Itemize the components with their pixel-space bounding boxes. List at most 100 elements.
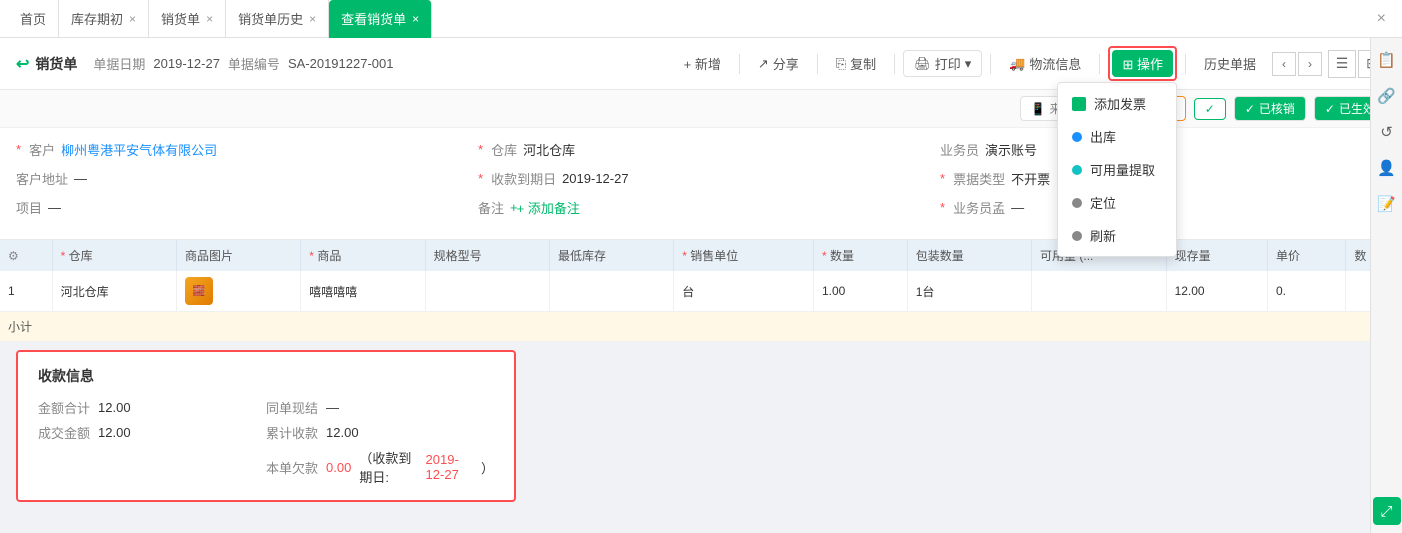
doc-title: ↩ 销货单 (16, 54, 77, 74)
prev-button[interactable]: ‹ (1272, 52, 1296, 76)
due-date-value: 2019-12-27 (562, 171, 629, 186)
menu-locate[interactable]: 定位 (1058, 186, 1176, 219)
logistics-button[interactable]: 🚚 物流信息 (999, 50, 1091, 77)
operation-button[interactable]: ⊞ 操作 (1112, 50, 1173, 77)
copy-icon: ⎘ (836, 56, 846, 72)
nav-arrows: ‹ › (1272, 52, 1322, 76)
cumulative-value: 12.00 (326, 425, 359, 440)
customer-value[interactable]: 柳州粤港平安气体有限公司 (61, 140, 217, 159)
right-panel-expand[interactable]: ⤢ (1373, 497, 1401, 525)
menu-add-invoice[interactable]: 添加发票 (1058, 87, 1176, 120)
tab-home[interactable]: 首页 (8, 0, 59, 38)
employee-label: 业务员 (940, 140, 979, 159)
customer-label: 客户 (29, 140, 55, 159)
deal-amount-label: 成交金额 (38, 423, 90, 442)
print-icon: 🖨 (914, 56, 931, 72)
right-panel-icon-2[interactable]: 🔗 (1373, 82, 1401, 110)
locate-icon (1072, 198, 1082, 208)
tab-view-sales[interactable]: 查看销货单 × (329, 0, 432, 38)
ticket-type-value: 不开票 (1011, 169, 1050, 188)
product-image: 🧱 (185, 277, 213, 305)
check-chip[interactable]: ✓ (1194, 98, 1226, 120)
new-label: + 新增 (684, 54, 721, 73)
form-row-1: * 客户 柳州粤港平安气体有限公司 * 仓库 河北仓库 业务员 演示账号 (16, 140, 1386, 159)
note-field: 备注 + + 添加备注 (478, 198, 924, 217)
col-unit: 销售单位 (674, 240, 814, 271)
close-view-sales[interactable]: × (412, 12, 419, 26)
warehouse-field: * 仓库 河北仓库 (478, 140, 924, 159)
close-sales-history[interactable]: × (309, 12, 316, 26)
tab-inventory-init[interactable]: 库存期初 × (59, 0, 149, 38)
right-panel-icon-4[interactable]: 👤 (1373, 154, 1401, 182)
balance-close: ） (481, 458, 494, 477)
right-panel-icon-1[interactable]: 📋 (1373, 46, 1401, 74)
deal-amount-item: 成交金额 12.00 (38, 423, 266, 442)
close-inventory-init[interactable]: × (129, 12, 136, 26)
settings-icon[interactable]: ⚙ (8, 249, 19, 263)
cell-spec (425, 271, 549, 312)
col-stock: 现存量 (1166, 240, 1267, 271)
operation-dropdown: 添加发票 出库 可用量提取 定位 刷新 (1057, 82, 1177, 257)
sold-chip[interactable]: ✓ 已核销 (1234, 96, 1306, 121)
transaction-label: 同单现结 (266, 398, 318, 417)
close-all-button[interactable]: × (1369, 10, 1394, 28)
tab-sales-order[interactable]: 销货单 × (149, 0, 226, 38)
operation-label: 操作 (1137, 57, 1163, 72)
doc-date-value: 2019-12-27 (153, 56, 220, 71)
cell-available (1032, 271, 1167, 312)
table-header-row: ⚙ 仓库 商品图片 商品 规格型号 最低库存 销售单位 数量 包装数量 可用量 … (0, 240, 1402, 271)
locate-label: 定位 (1090, 193, 1116, 212)
payment-box: 收款信息 金额合计 12.00 同单现结 — 成交金额 12.00 累计收款 1… (16, 350, 516, 502)
view-list-button[interactable]: ☰ (1328, 50, 1356, 78)
next-button[interactable]: › (1298, 52, 1322, 76)
balance-date: 2019-12-27 (426, 452, 473, 482)
history-button[interactable]: 历史单据 (1194, 50, 1266, 77)
sold-label: 已核销 (1259, 100, 1295, 117)
outbound-icon (1072, 132, 1082, 142)
check-icon: ✓ (1205, 102, 1215, 116)
balance-item: 本单欠款 0.00 （收款到期日: 2019-12-27 ） (266, 448, 494, 486)
right-panel-icon-3[interactable]: ↺ (1373, 118, 1401, 146)
cell-product-img: 🧱 (176, 271, 300, 312)
cell-qty: 1.00 (813, 271, 907, 312)
close-sales-order[interactable]: × (206, 12, 213, 26)
tab-sales-history[interactable]: 销货单历史 × (226, 0, 329, 38)
new-button[interactable]: + 新增 (674, 50, 731, 77)
menu-refresh[interactable]: 刷新 (1058, 219, 1176, 252)
customer-field: * 客户 柳州粤港平安气体有限公司 (16, 140, 462, 159)
cell-warehouse: 河北仓库 (52, 271, 176, 312)
data-table-wrap: ⚙ 仓库 商品图片 商品 规格型号 最低库存 销售单位 数量 包装数量 可用量 … (0, 239, 1402, 342)
transaction-value: — (326, 400, 339, 415)
col-price: 单价 (1267, 240, 1345, 271)
due-date-label: 收款到期日 (491, 169, 556, 188)
ticket-type-label: 票据类型 (953, 169, 1005, 188)
share-button[interactable]: ↗ 分享 (748, 50, 809, 77)
print-button[interactable]: 🖨 打印 ▾ (903, 50, 982, 77)
project-field: 项目 — (16, 198, 462, 217)
share-label: 分享 (773, 54, 799, 73)
menu-outbound[interactable]: 出库 (1058, 120, 1176, 153)
employee-value: 演示账号 (985, 140, 1037, 159)
cell-price: 0. (1267, 271, 1345, 312)
status-toolbar: 📱 来自手机 ● 未开票 ✓ ✓ 已核销 ✓ 已生效 (0, 90, 1402, 128)
add-note-button[interactable]: + + 添加备注 (510, 198, 580, 217)
add-note-text: + 添加备注 (517, 198, 580, 217)
address-field: 客户地址 — (16, 169, 462, 188)
col-settings[interactable]: ⚙ (0, 240, 52, 271)
note-label: 备注 (478, 198, 504, 217)
copy-button[interactable]: ⎘ 复制 (826, 50, 886, 77)
available-extract-icon (1072, 165, 1082, 175)
right-panel-icon-5[interactable]: 📝 (1373, 190, 1401, 218)
logistics-icon: 🚚 (1009, 56, 1025, 72)
col-pack-qty: 包装数量 (907, 240, 1031, 271)
cell-product: 嘻嘻嘻嘻 (301, 271, 425, 312)
print-label: 打印 (935, 54, 961, 73)
deal-amount-value: 12.00 (98, 425, 131, 440)
available-extract-label: 可用量提取 (1090, 160, 1155, 179)
menu-available-extract[interactable]: 可用量提取 (1058, 153, 1176, 186)
warehouse-value: 河北仓库 (523, 140, 575, 159)
form-area: * 客户 柳州粤港平安气体有限公司 * 仓库 河北仓库 业务员 演示账号 客户地… (0, 128, 1402, 239)
add-invoice-icon (1072, 97, 1086, 111)
op-highlight: ⊞ 操作 (1108, 46, 1177, 81)
amount-item: 金额合计 12.00 (38, 398, 266, 417)
